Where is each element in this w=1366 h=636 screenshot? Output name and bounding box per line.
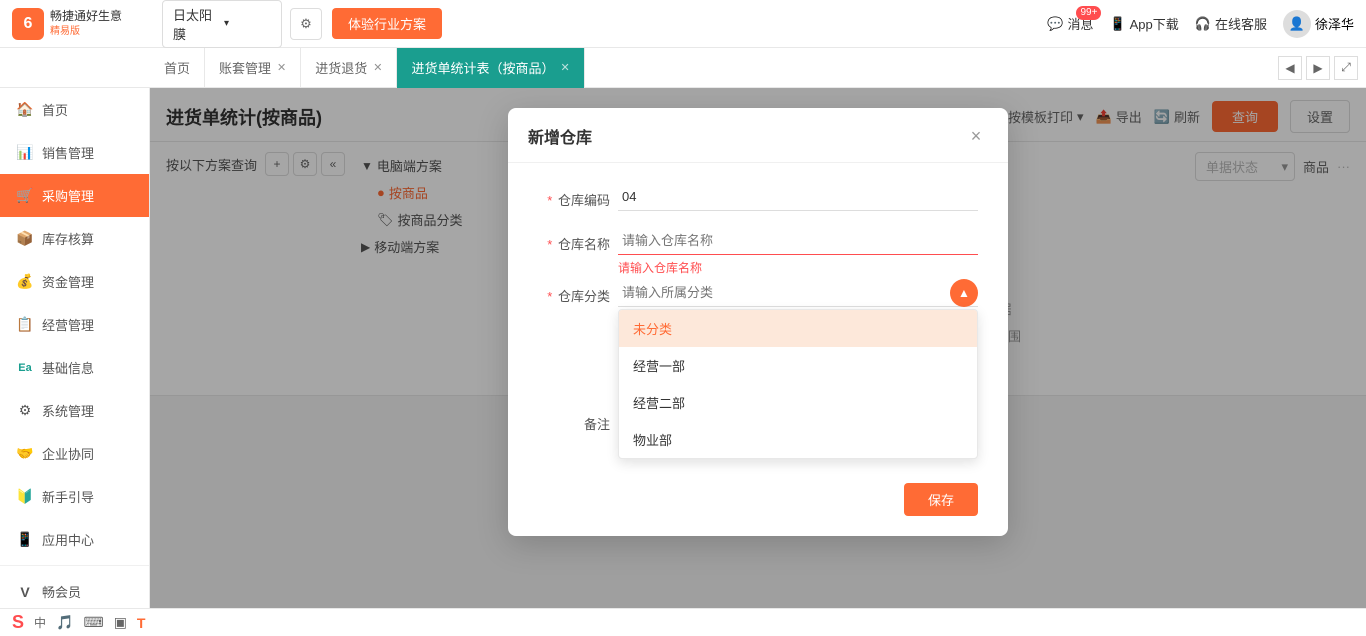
zh-icon: 中 — [34, 614, 46, 631]
main-layout: 🏠 首页 📊 销售管理 🛒 采购管理 📦 库存核算 💰 资金管理 📋 经营管理 … — [0, 88, 1366, 636]
finance-icon: 💰 — [16, 273, 34, 291]
guide-icon: 🔰 — [16, 488, 34, 506]
system-icon: ⚙ — [16, 402, 34, 420]
sales-icon: 📊 — [16, 144, 34, 162]
sidebar: 🏠 首页 📊 销售管理 🛒 采购管理 📦 库存核算 💰 资金管理 📋 经营管理 … — [0, 88, 150, 636]
user-area[interactable]: 👤 徐泽华 — [1283, 10, 1354, 38]
headphone-icon: 🎧 — [1195, 16, 1211, 32]
name-input[interactable] — [618, 227, 978, 255]
tab-purchase-stats[interactable]: 进货单统计表（按商品） ✕ — [397, 48, 584, 88]
message-icon-item[interactable]: 💬 消息 99+ — [1047, 14, 1093, 33]
tab-next-btn[interactable]: ▶ — [1306, 56, 1330, 80]
statusbar: S 中 🎵 ⌨ ▣ T — [0, 608, 1366, 636]
online-service-item[interactable]: 🎧 在线客服 — [1195, 14, 1267, 33]
message-icon: 💬 — [1047, 16, 1063, 32]
sidebar-item-finance[interactable]: 💰 资金管理 — [0, 260, 149, 303]
settings-icon[interactable]: ⚙ — [290, 8, 322, 40]
tab-prev-btn[interactable]: ◀ — [1278, 56, 1302, 80]
phone-icon: 📱 — [1109, 16, 1125, 32]
category-field: ▲ 未分类 经营一部 经营二部 物业部 — [618, 279, 978, 307]
tab-home[interactable]: 首页 — [150, 48, 205, 88]
user-avatar: 👤 — [1283, 10, 1311, 38]
category-input[interactable] — [618, 279, 978, 307]
code-input[interactable] — [618, 183, 978, 211]
tab-close-account[interactable]: ✕ — [277, 61, 286, 74]
category-field-row: * 仓库分类 ▲ 未分类 经营一部 经营二部 物业部 — [538, 279, 978, 307]
store-dropdown-arrow: ▾ — [224, 18, 271, 29]
modal-overlay[interactable]: 新增仓库 × * 仓库编码 * — [150, 88, 1366, 636]
s-icon: S — [12, 612, 24, 633]
content-area: 进货单统计(按商品) 🖨 按模板打印 ▾ 📤 导出 🔄 刷新 查询 设置 — [150, 88, 1366, 636]
tab-expand-btn[interactable]: ⤢ — [1334, 56, 1358, 80]
mic-icon: 🎵 — [56, 614, 73, 631]
trial-button[interactable]: 体验行业方案 — [332, 8, 442, 39]
t-icon: T — [137, 615, 146, 631]
name-error-hint: 请输入仓库名称 — [618, 259, 702, 276]
purchase-icon: 🛒 — [16, 187, 34, 205]
category-dropdown: 未分类 经营一部 经营二部 物业部 — [618, 309, 978, 459]
sidebar-item-home[interactable]: 🏠 首页 — [0, 88, 149, 131]
header-right: 💬 消息 99+ 📱 App下载 🎧 在线客服 👤 徐泽华 — [1047, 10, 1354, 38]
member-icon: V — [16, 583, 34, 601]
app-download-item[interactable]: 📱 App下载 — [1109, 14, 1178, 33]
tab-close-purchase-return[interactable]: ✕ — [373, 61, 382, 74]
tab-controls: ◀ ▶ ⤢ — [1278, 56, 1366, 80]
dialog-body: * 仓库编码 * 仓库名称 请输入仓库名称 — [508, 163, 1008, 471]
category-option-0[interactable]: 未分类 — [619, 310, 977, 347]
sidebar-item-enterprise[interactable]: 🤝 企业协同 — [0, 432, 149, 475]
sidebar-item-inventory[interactable]: 📦 库存核算 — [0, 217, 149, 260]
dialog-header: 新增仓库 × — [508, 108, 1008, 163]
new-warehouse-dialog: 新增仓库 × * 仓库编码 * — [508, 108, 1008, 536]
sidebar-item-apps[interactable]: 📱 应用中心 — [0, 518, 149, 561]
name-label: * 仓库名称 — [538, 227, 618, 253]
apps-icon: 📱 — [16, 531, 34, 549]
category-option-2[interactable]: 经营二部 — [619, 384, 977, 421]
logo-area: 6 畅捷通好生意 精易版 — [12, 8, 162, 40]
logo-icon: 6 — [12, 8, 44, 40]
name-field-row: * 仓库名称 请输入仓库名称 — [538, 227, 978, 255]
logo-text: 畅捷通好生意 精易版 — [50, 9, 122, 38]
code-label: * 仓库编码 — [538, 183, 618, 209]
keyboard-icon: ⌨ — [83, 614, 103, 631]
tab-bar: 首页 账套管理 ✕ 进货退货 ✕ 进货单统计表（按商品） ✕ ◀ ▶ ⤢ — [0, 48, 1366, 88]
inventory-icon: 📦 — [16, 230, 34, 248]
category-option-3[interactable]: 物业部 — [619, 421, 977, 458]
sidebar-item-guide[interactable]: 🔰 新手引导 — [0, 475, 149, 518]
note-label: 备注 — [538, 407, 618, 433]
dialog-title: 新增仓库 — [528, 124, 592, 148]
sidebar-item-member[interactable]: V 畅会员 — [0, 570, 149, 613]
sidebar-divider — [0, 565, 149, 566]
tab-account[interactable]: 账套管理 ✕ — [205, 48, 301, 88]
sidebar-item-operation[interactable]: 📋 经营管理 — [0, 303, 149, 346]
category-option-1[interactable]: 经营一部 — [619, 347, 977, 384]
tab-close-purchase-stats[interactable]: ✕ — [561, 61, 570, 74]
store-selector[interactable]: 日太阳膜 ▾ — [162, 0, 282, 48]
enterprise-icon: 🤝 — [16, 445, 34, 463]
operation-icon: 📋 — [16, 316, 34, 334]
sidebar-item-purchase[interactable]: 🛒 采购管理 — [0, 174, 149, 217]
category-toggle-btn[interactable]: ▲ — [950, 279, 978, 307]
save-button[interactable]: 保存 — [904, 483, 978, 516]
home-icon: 🏠 — [16, 101, 34, 119]
dialog-footer: 保存 — [508, 471, 1008, 536]
category-label: * 仓库分类 — [538, 279, 618, 305]
message-badge: 99+ — [1076, 6, 1101, 20]
code-field-row: * 仓库编码 — [538, 183, 978, 211]
sidebar-item-sales[interactable]: 📊 销售管理 — [0, 131, 149, 174]
sidebar-item-system[interactable]: ⚙ 系统管理 — [0, 389, 149, 432]
tab-purchase-return[interactable]: 进货退货 ✕ — [301, 48, 397, 88]
basic-icon: Ea — [16, 359, 34, 377]
top-header: 6 畅捷通好生意 精易版 日太阳膜 ▾ ⚙ 体验行业方案 💬 消息 99+ 📱 … — [0, 0, 1366, 48]
display-icon: ▣ — [114, 614, 127, 631]
dialog-close-btn[interactable]: × — [964, 124, 988, 148]
sidebar-item-basic[interactable]: Ea 基础信息 — [0, 346, 149, 389]
